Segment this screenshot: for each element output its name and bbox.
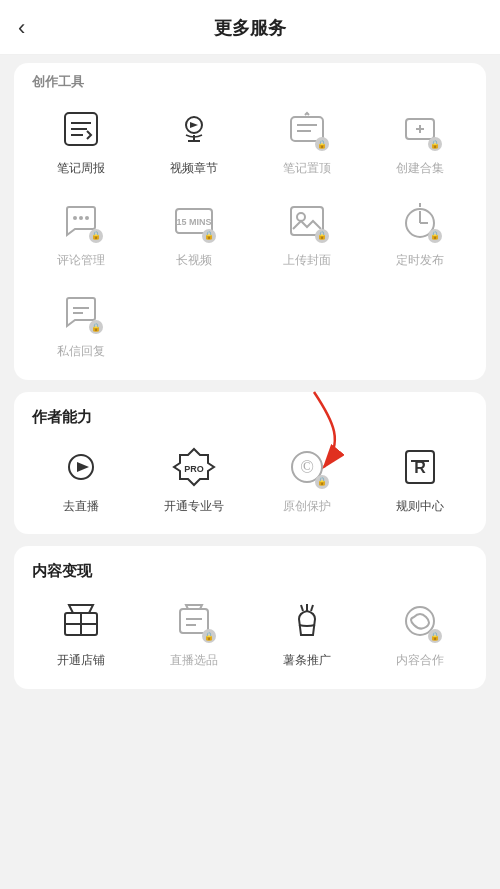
content-coop-lock (428, 629, 442, 643)
pin-note-icon-wrap (281, 103, 333, 155)
svg-text:15 MINS: 15 MINS (176, 217, 211, 227)
schedule-publish-item[interactable]: 定时发布 (363, 195, 476, 269)
pro-label: 开通专业号 (164, 499, 224, 515)
original-protect-label: 原创保护 (283, 499, 331, 515)
potato-item[interactable]: 薯条推广 (250, 595, 363, 669)
long-video-item[interactable]: 15 MINS 长视频 (137, 195, 250, 269)
create-collection-icon-wrap (394, 103, 446, 155)
creation-tools-grid: 笔记周报 视频章节 (24, 103, 476, 360)
sections-wrapper: 创作工具 笔记周报 (0, 63, 500, 689)
svg-point-15 (85, 216, 89, 220)
upload-cover-icon-wrap (281, 195, 333, 247)
pin-note-item[interactable]: 笔记置顶 (250, 103, 363, 177)
svg-text:PRO: PRO (184, 464, 204, 474)
pro-item[interactable]: PRO 开通专业号 (137, 441, 250, 515)
pro-icon: PRO (172, 445, 216, 489)
potato-icon (285, 599, 329, 643)
live-icon-wrap (55, 441, 107, 493)
long-video-lock (202, 229, 216, 243)
dm-reply-icon-wrap (55, 286, 107, 338)
content-coop-icon-wrap (394, 595, 446, 647)
dm-reply-label: 私信回复 (57, 344, 105, 360)
pin-note-lock (315, 137, 329, 151)
long-video-icon-wrap: 15 MINS (168, 195, 220, 247)
rules-center-label: 规则中心 (396, 499, 444, 515)
content-coop-item[interactable]: 内容合作 (363, 595, 476, 669)
pro-icon-wrap: PRO (168, 441, 220, 493)
weekly-icon-wrap (55, 103, 107, 155)
dm-reply-item[interactable]: 私信回复 (24, 286, 137, 360)
create-collection-item[interactable]: 创建合集 (363, 103, 476, 177)
live-select-lock (202, 629, 216, 643)
author-ability-card: 作者能力 去直播 PRO (14, 392, 486, 535)
content-coop-label: 内容合作 (396, 653, 444, 669)
potato-label: 薯条推广 (283, 653, 331, 669)
svg-point-13 (73, 216, 77, 220)
rules-center-icon-wrap: R (394, 441, 446, 493)
schedule-publish-label: 定时发布 (396, 253, 444, 269)
svg-rect-39 (180, 609, 208, 633)
svg-line-42 (301, 605, 303, 611)
original-protect-icon-wrap: © (281, 441, 333, 493)
page-title: 更多服务 (214, 16, 286, 40)
original-protect-item[interactable]: © 原创保护 (250, 441, 363, 515)
author-ability-title: 作者能力 (24, 408, 476, 441)
pin-note-label: 笔记置顶 (283, 161, 331, 177)
video-chapter-icon-wrap (168, 103, 220, 155)
weekly-icon (59, 107, 103, 151)
creation-tools-title: 创作工具 (24, 73, 476, 103)
rules-center-item[interactable]: R 规则中心 (363, 441, 476, 515)
back-button[interactable]: ‹ (18, 15, 25, 41)
weekly-label: 笔记周报 (57, 161, 105, 177)
long-video-label: 长视频 (176, 253, 212, 269)
svg-text:©: © (300, 457, 314, 477)
video-chapter-icon (172, 107, 216, 151)
comment-manage-label: 评论管理 (57, 253, 105, 269)
svg-marker-27 (77, 462, 89, 472)
monetize-title: 内容变现 (24, 562, 476, 595)
svg-line-44 (311, 605, 313, 611)
open-store-icon (59, 599, 103, 643)
video-chapter-label: 视频章节 (170, 161, 218, 177)
live-label: 去直播 (63, 499, 99, 515)
open-store-icon-wrap (55, 595, 107, 647)
open-store-item[interactable]: 开通店铺 (24, 595, 137, 669)
potato-icon-wrap (281, 595, 333, 647)
live-icon (59, 445, 103, 489)
open-store-label: 开通店铺 (57, 653, 105, 669)
live-select-label: 直播选品 (170, 653, 218, 669)
create-collection-label: 创建合集 (396, 161, 444, 177)
upload-cover-label: 上传封面 (283, 253, 331, 269)
video-chapter-item[interactable]: 视频章节 (137, 103, 250, 177)
creation-tools-card: 创作工具 笔记周报 (14, 63, 486, 380)
dm-reply-lock (89, 320, 103, 334)
svg-point-14 (79, 216, 83, 220)
monetize-card: 内容变现 开通店铺 (14, 546, 486, 689)
monetize-grid: 开通店铺 直播选品 (24, 595, 476, 669)
schedule-publish-icon-wrap (394, 195, 446, 247)
comment-manage-item[interactable]: 评论管理 (24, 195, 137, 269)
upload-cover-item[interactable]: 上传封面 (250, 195, 363, 269)
original-protect-lock (315, 475, 329, 489)
author-ability-grid: 去直播 PRO 开通专业号 © (24, 441, 476, 515)
live-item[interactable]: 去直播 (24, 441, 137, 515)
create-collection-lock (428, 137, 442, 151)
comment-manage-lock (89, 229, 103, 243)
live-select-icon-wrap (168, 595, 220, 647)
weekly-item[interactable]: 笔记周报 (24, 103, 137, 177)
live-select-item[interactable]: 直播选品 (137, 595, 250, 669)
page-header: ‹ 更多服务 (0, 0, 500, 55)
upload-cover-lock (315, 229, 329, 243)
schedule-publish-lock (428, 229, 442, 243)
rules-center-icon: R (398, 445, 442, 489)
comment-manage-icon-wrap (55, 195, 107, 247)
